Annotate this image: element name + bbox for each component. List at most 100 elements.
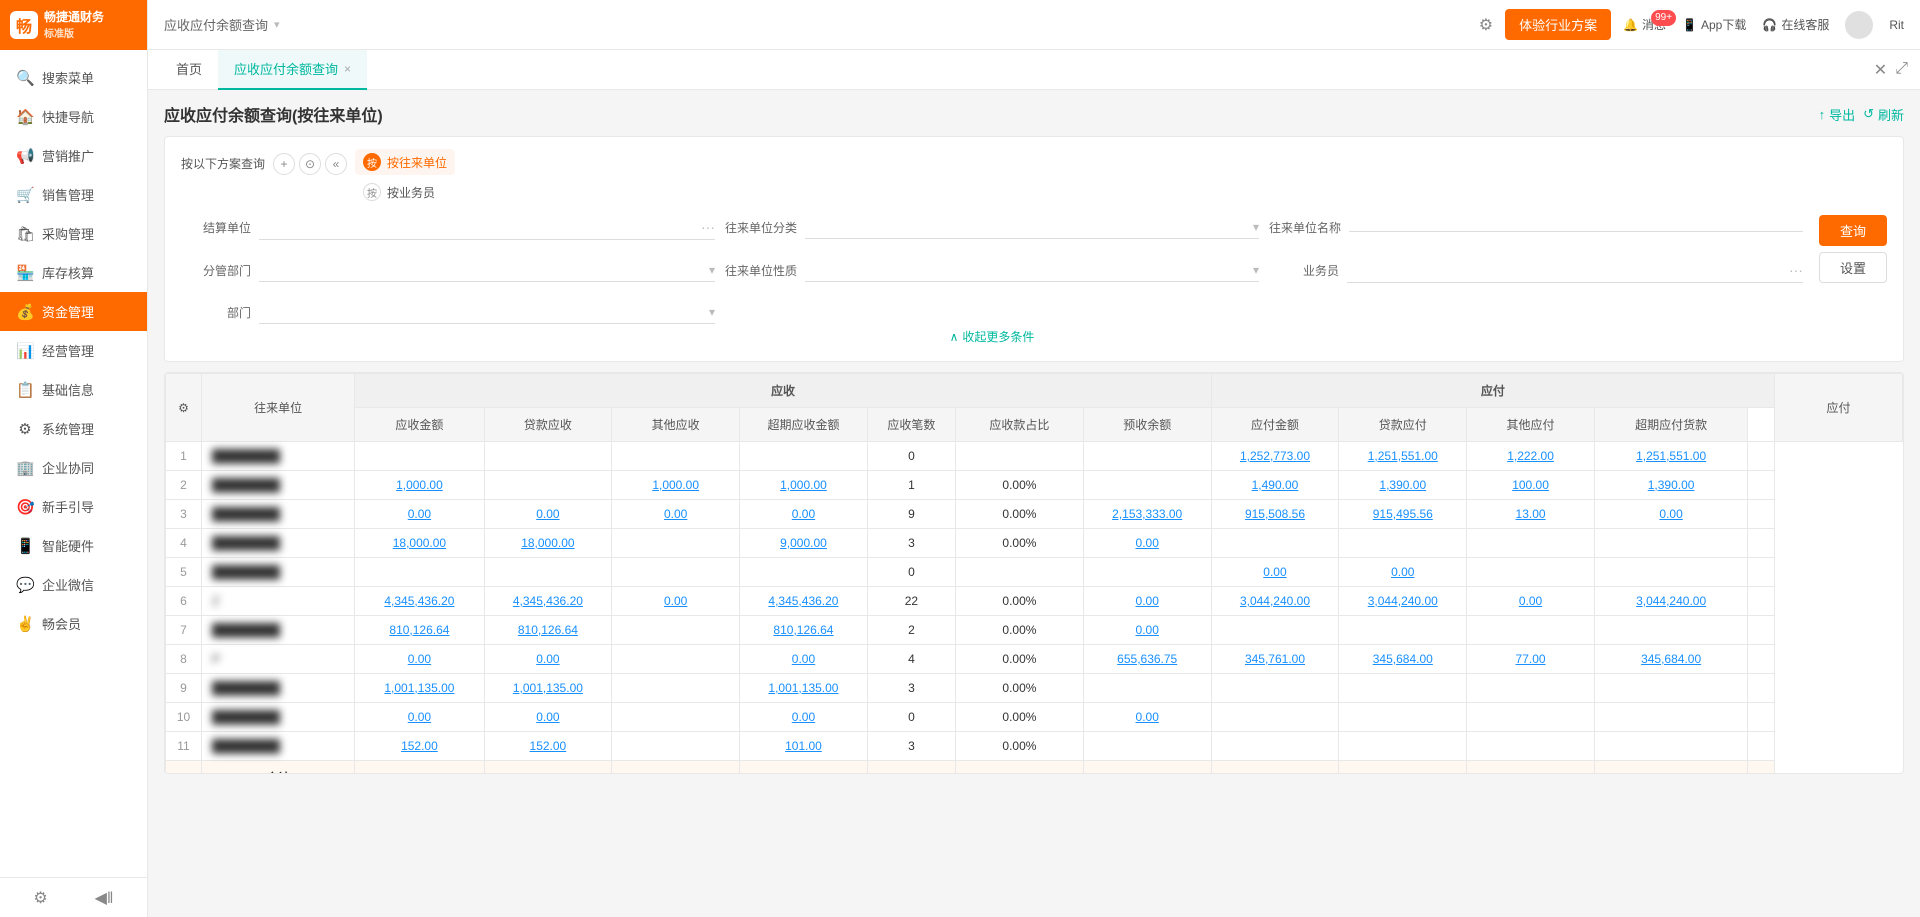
cell-partner: ████████ xyxy=(202,500,355,529)
sidebar-item-system[interactable]: ⚙ 系统管理 xyxy=(0,409,147,448)
cell-ar-loan: 0.00 xyxy=(484,703,612,732)
table-row: 3████████0.000.000.000.0090.00%2,153,333… xyxy=(166,500,1903,529)
refresh-button[interactable]: ↺ 刷新 xyxy=(1863,105,1904,124)
partner-category-input[interactable]: ▾ xyxy=(805,216,1259,239)
cell-ar-ratio: 0.00% xyxy=(956,529,1084,558)
partner-name-input[interactable] xyxy=(1349,223,1803,232)
cell-ar-count: 3 xyxy=(867,674,955,703)
sidebar-settings-icon[interactable]: ⚙ xyxy=(33,888,47,908)
table-wrapper[interactable]: ⚙ 往来单位 应收 应付 应付 应收金额 贷款应收 其他应收 超期应收金额 xyxy=(165,373,1903,773)
footer-empty xyxy=(166,761,202,774)
cell-ap-overdue: 1,251,551.00 xyxy=(1594,442,1747,471)
messages-button[interactable]: 🔔 消息 99+ xyxy=(1623,16,1666,33)
tab-expand-icon[interactable]: ⤢ xyxy=(1895,60,1908,80)
cell-ap-loan xyxy=(1339,529,1467,558)
cell-ap-more xyxy=(1748,442,1775,471)
cell-row-num: 1 xyxy=(166,442,202,471)
sidebar-item-basic[interactable]: 📋 基础信息 xyxy=(0,370,147,409)
sidebar-item-inventory[interactable]: 🏪 库存核算 xyxy=(0,253,147,292)
sidebar-item-quicknav[interactable]: 🏠 快捷导航 xyxy=(0,97,147,136)
footer-ap-loan xyxy=(1339,761,1467,774)
sidebar-item-finance[interactable]: 💰 资金管理 xyxy=(0,292,147,331)
cell-advance-balance: 0.00 xyxy=(1083,529,1211,558)
sidebar-collapse-icon[interactable]: ◀‖ xyxy=(95,888,114,908)
online-service-button[interactable]: 🎧 在线客服 xyxy=(1762,16,1829,33)
cell-ar-ratio: 0.00% xyxy=(956,674,1084,703)
cell-ap-other xyxy=(1467,558,1595,587)
chevron-down-icon: ▾ xyxy=(274,18,280,31)
cell-ar-ratio: 0.00% xyxy=(956,471,1084,500)
cell-ar-count: 0 xyxy=(867,558,955,587)
settlement-unit-input[interactable]: ··· xyxy=(259,215,715,240)
bell-icon: 🔔 xyxy=(1623,18,1638,32)
export-icon: ↑ xyxy=(1819,107,1826,122)
hardware-icon: 📱 xyxy=(16,537,34,555)
sidebar-item-wechat[interactable]: 💬 企业微信 xyxy=(0,565,147,604)
cell-ar-count: 0 xyxy=(867,442,955,471)
collapse-btn[interactable]: ∧ 收起更多条件 xyxy=(181,324,1803,349)
scheme-option-unit[interactable]: 按 按往来单位 xyxy=(355,149,455,175)
cell-row-num: 10 xyxy=(166,703,202,732)
logo-text: 畅捷通财务 标准版 xyxy=(44,10,104,39)
sidebar-item-enterprise[interactable]: 🏢 企业协同 xyxy=(0,448,147,487)
filter-salesperson: 业务员 ··· xyxy=(1269,258,1803,283)
cell-advance-balance xyxy=(1083,732,1211,761)
sidebar-item-hardware[interactable]: 📱 智能硬件 xyxy=(0,526,147,565)
sidebar-item-search[interactable]: 🔍 搜索菜单 xyxy=(0,58,147,97)
sidebar-footer: ⚙ ◀‖ xyxy=(0,877,147,917)
settings-button[interactable]: 设置 xyxy=(1819,252,1887,283)
cell-ap-more xyxy=(1748,703,1775,732)
cell-advance-balance: 0.00 xyxy=(1083,703,1211,732)
cell-ap-other xyxy=(1467,674,1595,703)
sidebar-item-operation[interactable]: 📊 经营管理 xyxy=(0,331,147,370)
cell-ar-amount: 0.00 xyxy=(355,703,484,732)
cell-ap-other: 13.00 xyxy=(1467,500,1595,529)
cell-ar-ratio xyxy=(956,442,1084,471)
tab-ar-ap[interactable]: 应收应付余额查询 × xyxy=(218,50,367,90)
cell-ap-other: 1,222.00 xyxy=(1467,442,1595,471)
promo-button[interactable]: 体验行业方案 xyxy=(1505,9,1611,40)
table-settings-icon[interactable]: ⚙ xyxy=(178,401,189,415)
salesperson-input[interactable]: ··· xyxy=(1347,258,1803,283)
refresh-icon: ↺ xyxy=(1863,106,1874,122)
cell-ar-count: 3 xyxy=(867,529,955,558)
export-button[interactable]: ↑ 导出 xyxy=(1819,105,1856,124)
cell-ap-loan xyxy=(1339,703,1467,732)
cell-ar-amount xyxy=(355,558,484,587)
cell-ap-more xyxy=(1748,645,1775,674)
dept-input[interactable]: ▾ xyxy=(259,301,715,324)
cell-row-num: 8 xyxy=(166,645,202,674)
col-settings[interactable]: ⚙ xyxy=(166,374,202,442)
sidebar-item-member[interactable]: ✌ 畅会员 xyxy=(0,604,147,643)
sidebar-item-newbie[interactable]: 🎯 新手引导 xyxy=(0,487,147,526)
finance-icon: 💰 xyxy=(16,303,34,321)
app-download-button[interactable]: 📱 App下载 xyxy=(1682,16,1746,33)
cell-ap-amount: 915,508.56 xyxy=(1211,500,1339,529)
header-settings-icon[interactable]: ⚙ xyxy=(1479,15,1493,35)
cell-ar-other xyxy=(612,558,740,587)
cell-ar-other xyxy=(612,616,740,645)
cell-ap-other xyxy=(1467,616,1595,645)
query-button[interactable]: 查询 xyxy=(1819,215,1887,246)
tab-close-window-icon[interactable]: ✕ xyxy=(1874,60,1887,80)
tab-close-icon[interactable]: × xyxy=(344,62,351,76)
cell-advance-balance xyxy=(1083,471,1211,500)
scheme-option-staff[interactable]: 按 按业务员 xyxy=(355,179,455,205)
dept-manager-input[interactable]: ▾ xyxy=(259,259,715,282)
tab-home[interactable]: 首页 xyxy=(160,50,218,90)
cell-ap-amount: 345,761.00 xyxy=(1211,645,1339,674)
edit-scheme-button[interactable]: ⊙ xyxy=(299,153,321,175)
page-title-bar: 应收应付余额查询(按往来单位) ↑ 导出 ↺ 刷新 xyxy=(164,102,1904,126)
sidebar: 畅 畅捷通财务 标准版 🔍 搜索菜单 🏠 快捷导航 📢 营销推广 🛒 销售管理 … xyxy=(0,0,148,917)
footer-ar-loan xyxy=(484,761,612,774)
cell-ar-loan: 18,000.00 xyxy=(484,529,612,558)
add-scheme-button[interactable]: + xyxy=(273,153,295,175)
partner-nature-input[interactable]: ▾ xyxy=(805,259,1259,282)
col-advance-balance: 预收余额 xyxy=(1083,408,1211,442)
sidebar-item-marketing[interactable]: 📢 营销推广 xyxy=(0,136,147,175)
sidebar-item-purchase[interactable]: 🛍 采购管理 xyxy=(0,214,147,253)
expand-scheme-button[interactable]: « xyxy=(325,153,347,175)
sidebar-item-sales[interactable]: 🛒 销售管理 xyxy=(0,175,147,214)
cell-ar-amount: 152.00 xyxy=(355,732,484,761)
filter-dept-manager: 分管部门 ▾ xyxy=(181,258,715,283)
